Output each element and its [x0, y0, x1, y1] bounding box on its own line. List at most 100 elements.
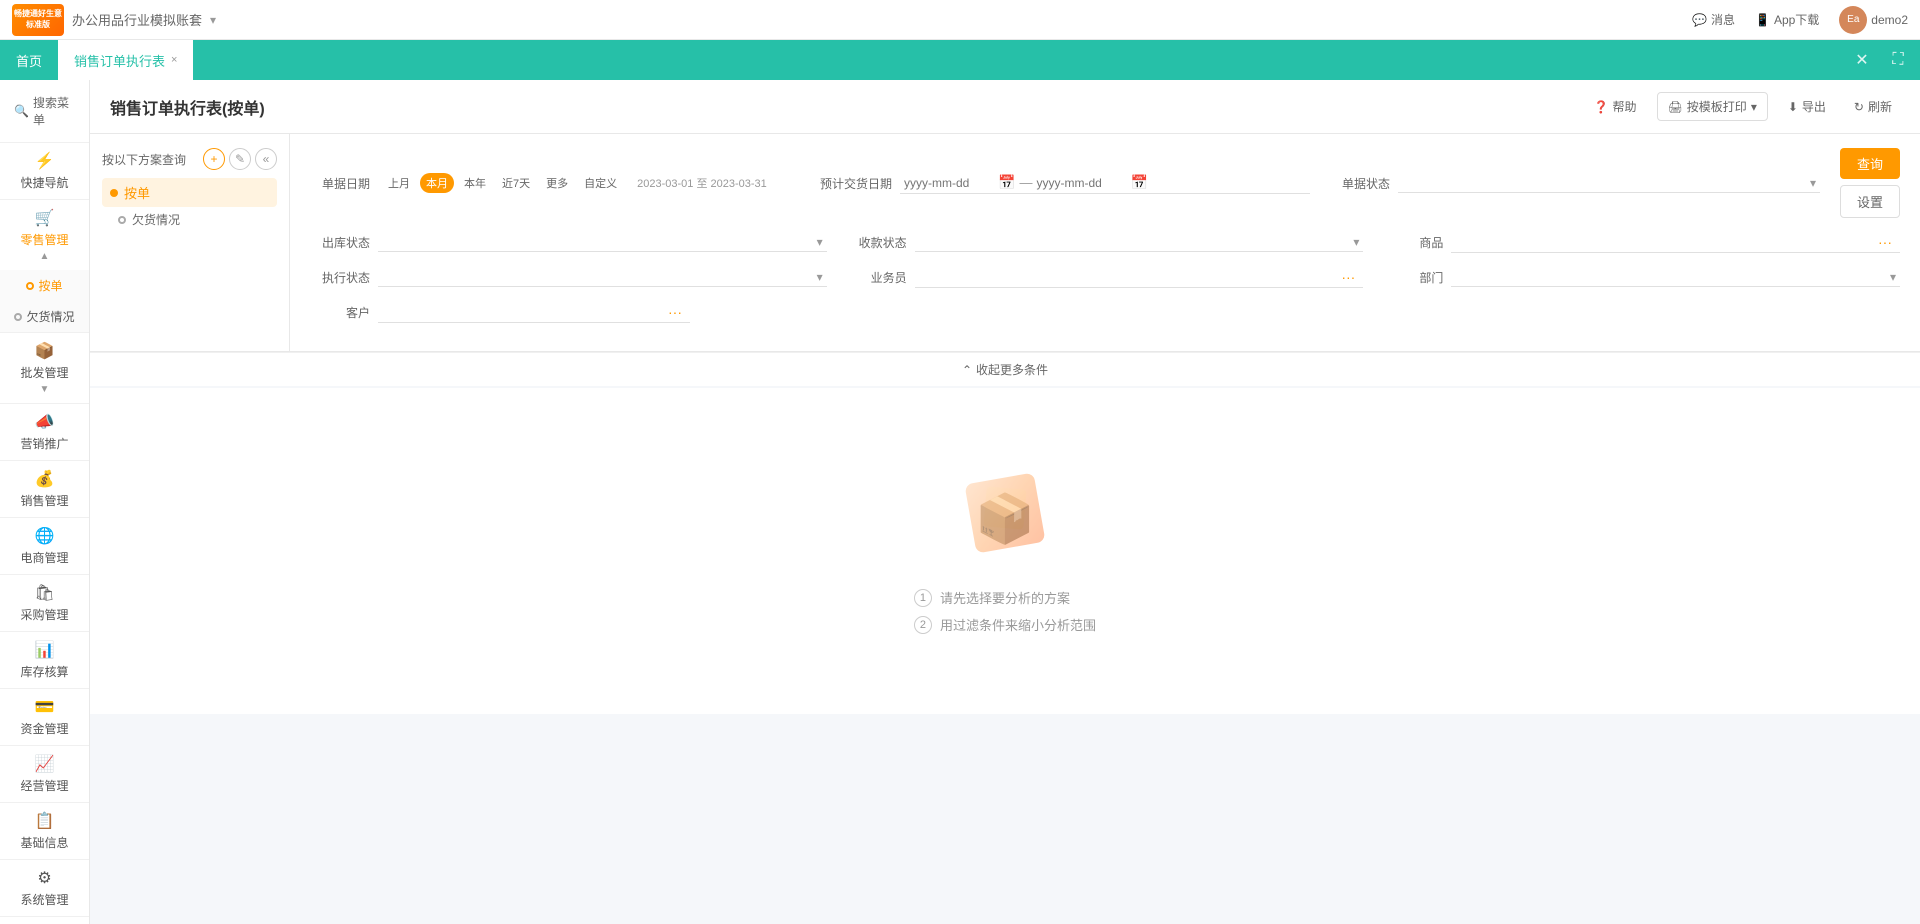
app-download-action[interactable]: 📱 App下载 — [1755, 11, 1819, 28]
help-button[interactable]: ❓ 帮助 — [1586, 94, 1645, 119]
filter-field-goods: 商品 ··· — [1383, 232, 1900, 253]
filter-field-dept: 部门 ▾ — [1383, 268, 1900, 287]
app-logo: 畅捷通好生意 标准版 — [12, 4, 64, 36]
more-btn[interactable]: 更多 — [540, 173, 574, 193]
receipt-status-label: 收款状态 — [847, 234, 907, 251]
scheme-item-order[interactable]: 按单 — [102, 178, 277, 207]
customer-wrapper: ··· — [378, 302, 690, 323]
empty-hint-list: 1 请先选择要分析的方案 2 用过滤条件来缩小分析范围 — [914, 588, 1096, 634]
status-dropdown-icon[interactable]: ▾ — [1810, 176, 1816, 190]
active-scheme-dot — [110, 189, 118, 197]
sidebar: 🔍 搜索菜单 ⚡ 快捷导航 🛒 零售管理 ▲ 按单 — [0, 80, 90, 924]
exec-status-wrapper: ▾ — [378, 268, 827, 287]
filter-field-out-status: 出库状态 ▾ — [310, 233, 827, 252]
refresh-icon: ↻ — [1854, 100, 1864, 114]
refresh-button[interactable]: ↻ 刷新 — [1846, 94, 1900, 119]
tab-home[interactable]: 首页 — [0, 40, 58, 80]
empty-icon-wrapper: 📦 — [955, 468, 1055, 568]
collapse-icon: ⌃ — [962, 363, 972, 377]
scheme-title-label: 按以下方案查询 — [102, 151, 186, 168]
expected-date-end-input[interactable] — [1036, 176, 1126, 190]
top-dropdown-icon[interactable]: ▾ — [210, 13, 216, 27]
top-bar: 畅捷通好生意 标准版 办公用品行业模拟账套 ▾ 💬 消息 📱 App下载 Ea … — [0, 0, 1920, 40]
filter-field-salesperson: 业务员 ··· — [847, 267, 1364, 288]
help-icon: ❓ — [1594, 100, 1609, 114]
expand-arrow-wholesale: ▼ — [40, 384, 50, 395]
goods-ellipsis-icon[interactable]: ··· — [1874, 234, 1896, 250]
salesperson-label: 业务员 — [847, 269, 907, 286]
this-month-btn[interactable]: 本月 — [420, 173, 454, 193]
message-action[interactable]: 💬 消息 — [1692, 11, 1735, 28]
sidebar-basic-section: 📋 基础信息 — [0, 803, 89, 860]
sidebar-sub-retail: 按单 欠货情况 — [0, 270, 89, 332]
edit-scheme-icon[interactable]: ✎ — [229, 148, 251, 170]
sidebar-item-purchase[interactable]: 🛍 采购管理 — [0, 575, 89, 631]
status-field-wrapper: ▾ — [1398, 174, 1820, 193]
sidebar-item-marketing[interactable]: 📣 营销推广 — [0, 404, 89, 460]
hint-num-1: 1 — [914, 589, 932, 607]
sidebar-item-basic[interactable]: 📋 基础信息 — [0, 803, 89, 859]
sidebar-item-quick-nav[interactable]: ⚡ 快捷导航 — [0, 143, 89, 199]
scheme-sub-debt[interactable]: 欠货情况 — [102, 207, 277, 232]
salesperson-wrapper: ··· — [915, 267, 1364, 288]
this-year-btn[interactable]: 本年 — [458, 173, 492, 193]
sidebar-item-sales[interactable]: 💰 销售管理 — [0, 461, 89, 517]
dept-dropdown-icon[interactable]: ▾ — [1890, 270, 1896, 284]
collapse-scheme-icon[interactable]: « — [255, 148, 277, 170]
sidebar-marketing-section: 📣 营销推广 — [0, 404, 89, 461]
sidebar-retail-section: 🛒 零售管理 ▲ 按单 欠货情况 — [0, 200, 89, 333]
status-label: 单据状态 — [1330, 175, 1390, 192]
sidebar-item-wholesale[interactable]: 📦 批发管理 ▼ — [0, 333, 89, 403]
salesperson-ellipsis-icon[interactable]: ··· — [1337, 269, 1359, 285]
customer-ellipsis-icon[interactable]: ··· — [664, 304, 686, 320]
scheme-icons: + ✎ « — [203, 148, 277, 170]
receipt-status-dropdown-icon[interactable]: ▾ — [1353, 235, 1359, 249]
out-status-dropdown-icon[interactable]: ▾ — [817, 235, 823, 249]
date-label: 单据日期 — [310, 175, 370, 192]
dept-label: 部门 — [1383, 269, 1443, 286]
sidebar-wholesale-section: 📦 批发管理 ▼ — [0, 333, 89, 404]
filter-field-date: 单据日期 上月 本月 本年 近7天 更多 自定义 2023-03-01 至 20… — [310, 173, 800, 193]
sidebar-inventory-section: 📊 库存核算 — [0, 632, 89, 689]
reset-button[interactable]: 设置 — [1840, 185, 1900, 218]
sidebar-sub-item-debt[interactable]: 欠货情况 — [0, 301, 89, 332]
print-button[interactable]: 🖨 按模板打印 ▾ — [1657, 92, 1768, 121]
sidebar-item-finance[interactable]: 💳 资金管理 — [0, 689, 89, 745]
sidebar-system-section: ⚙ 系统管理 — [0, 860, 89, 917]
sidebar-item-system[interactable]: ⚙ 系统管理 — [0, 860, 89, 916]
page-title: 销售订单执行表(按单) — [110, 95, 265, 119]
sidebar-item-enterprise[interactable]: 🤝 企业协同 — [0, 917, 89, 924]
export-button[interactable]: ⬇ 导出 — [1780, 94, 1834, 119]
sidebar-sub-item-order[interactable]: 按单 — [0, 270, 89, 301]
add-scheme-icon[interactable]: + — [203, 148, 225, 170]
last7-btn[interactable]: 近7天 — [496, 173, 536, 193]
sidebar-item-retail[interactable]: 🛒 零售管理 ▲ — [0, 200, 89, 270]
sidebar-item-ecommerce[interactable]: 🌐 电商管理 — [0, 518, 89, 574]
last-month-btn[interactable]: 上月 — [382, 173, 416, 193]
collapse-filter-button[interactable]: ⌃ 收起更多条件 — [90, 352, 1920, 386]
filter-field-customer: 客户 ··· — [310, 302, 690, 323]
sidebar-item-inventory[interactable]: 📊 库存核算 — [0, 632, 89, 688]
expected-date-start-input[interactable] — [904, 176, 994, 190]
query-button[interactable]: 查询 — [1840, 148, 1900, 179]
tab-close-icon[interactable]: × — [171, 54, 177, 66]
print-icon: 🖨 — [1668, 100, 1683, 114]
top-bar-right: 💬 消息 📱 App下载 Ea demo2 — [1692, 6, 1908, 34]
scheme-header: 按以下方案查询 + ✎ « — [102, 148, 277, 170]
sidebar-item-operation[interactable]: 📈 经营管理 — [0, 746, 89, 802]
out-status-label: 出库状态 — [310, 234, 370, 251]
calendar-end-icon[interactable]: 📅 — [1130, 174, 1147, 191]
filter-row-3: 执行状态 ▾ 业务员 ··· — [310, 267, 1900, 288]
expected-date-label: 预计交货日期 — [820, 175, 892, 192]
date-filter-buttons: 上月 本月 本年 近7天 更多 自定义 — [382, 173, 623, 193]
tab-active[interactable]: 销售订单执行表 × — [58, 40, 193, 80]
window-close-icon[interactable]: ✕ — [1848, 46, 1876, 74]
page-header: 销售订单执行表(按单) ❓ 帮助 🖨 按模板打印 ▾ ⬇ 导出 ↻ 刷新 — [90, 80, 1920, 134]
exec-status-label: 执行状态 — [310, 269, 370, 286]
calendar-start-icon[interactable]: 📅 — [998, 174, 1015, 191]
window-expand-icon[interactable]: ⛶ — [1884, 46, 1912, 74]
sidebar-search-label[interactable]: 🔍 搜索菜单 — [8, 90, 81, 132]
exec-status-dropdown-icon[interactable]: ▾ — [817, 270, 823, 284]
custom-btn[interactable]: 自定义 — [578, 173, 623, 193]
user-profile[interactable]: Ea demo2 — [1839, 6, 1908, 34]
